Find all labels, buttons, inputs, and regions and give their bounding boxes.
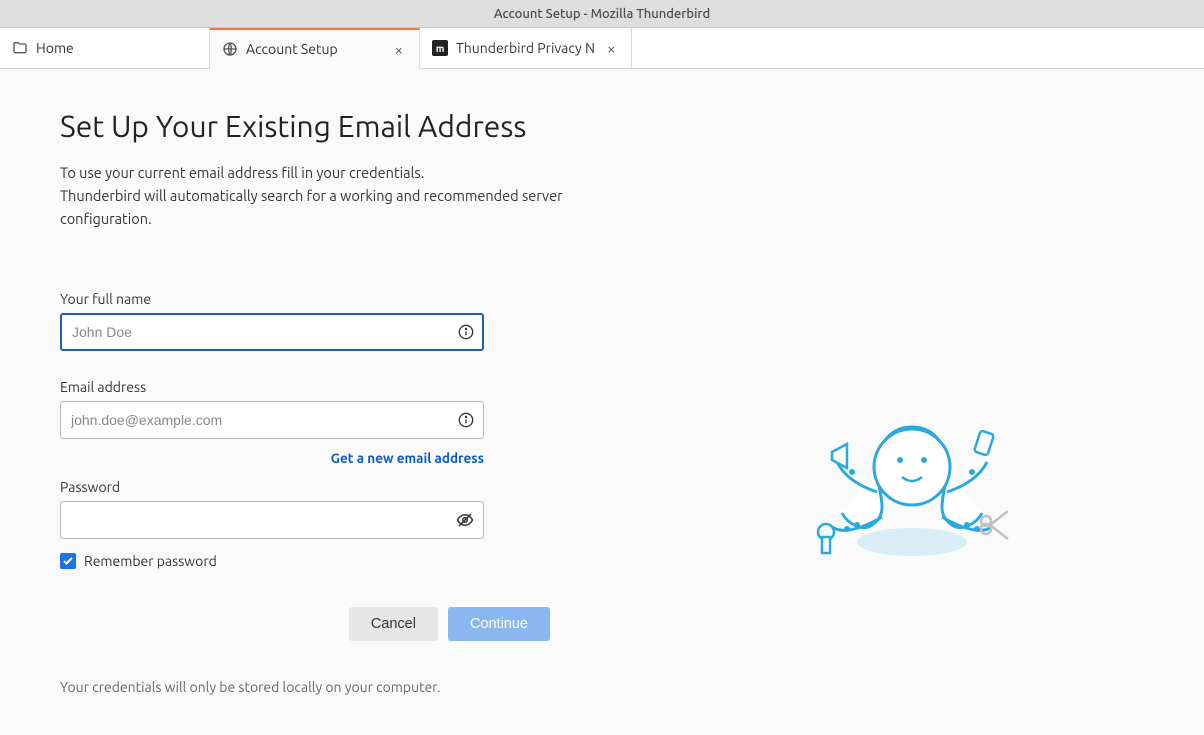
octopus-icon [802,397,1022,587]
tab-label: Home [36,40,197,56]
window-titlebar: Account Setup - Mozilla Thunderbird [0,0,1204,28]
remember-checkbox[interactable] [60,553,76,569]
info-icon[interactable] [458,324,474,340]
name-label: Your full name [60,291,484,307]
globe-icon [222,41,238,57]
form-column: Set Up Your Existing Email Address To us… [60,109,620,695]
continue-button[interactable]: Continue [448,607,550,641]
page-description-1: To use your current email address fill i… [60,161,620,184]
cancel-button[interactable]: Cancel [349,607,438,641]
email-input[interactable] [60,401,484,439]
tab-account-setup[interactable]: Account Setup × [210,28,420,69]
footer-note: Your credentials will only be stored loc… [60,679,620,695]
new-email-link[interactable]: Get a new email address [331,450,484,466]
folder-icon [12,40,28,56]
remember-password-row[interactable]: Remember password [60,553,620,569]
tab-strip: Home Account Setup × m Thunderbird Priva… [0,28,1204,69]
eye-off-icon[interactable] [456,511,474,529]
password-input[interactable] [60,501,484,539]
remember-label: Remember password [84,553,217,569]
page-description-2: Thunderbird will automatically search fo… [60,184,620,230]
close-icon[interactable]: × [603,40,619,57]
action-buttons: Cancel Continue [60,607,550,641]
password-field-group: Password [60,479,484,539]
email-field-group: Email address [60,379,484,439]
tab-label: Account Setup [246,41,383,57]
password-label: Password [60,479,484,495]
info-icon[interactable] [458,412,474,428]
page-title: Set Up Your Existing Email Address [60,109,620,143]
illustration [680,109,1144,695]
page-content: Set Up Your Existing Email Address To us… [0,69,1204,735]
favicon-icon: m [432,40,448,56]
email-label: Email address [60,379,484,395]
new-email-link-row: Get a new email address [60,449,484,467]
tab-home[interactable]: Home [0,28,210,68]
name-input[interactable] [60,313,484,351]
window-title: Account Setup - Mozilla Thunderbird [494,7,710,21]
tab-label: Thunderbird Privacy N [456,40,595,56]
tab-privacy-notice[interactable]: m Thunderbird Privacy N × [420,28,632,68]
name-field-group: Your full name [60,291,484,351]
close-icon[interactable]: × [391,41,407,58]
